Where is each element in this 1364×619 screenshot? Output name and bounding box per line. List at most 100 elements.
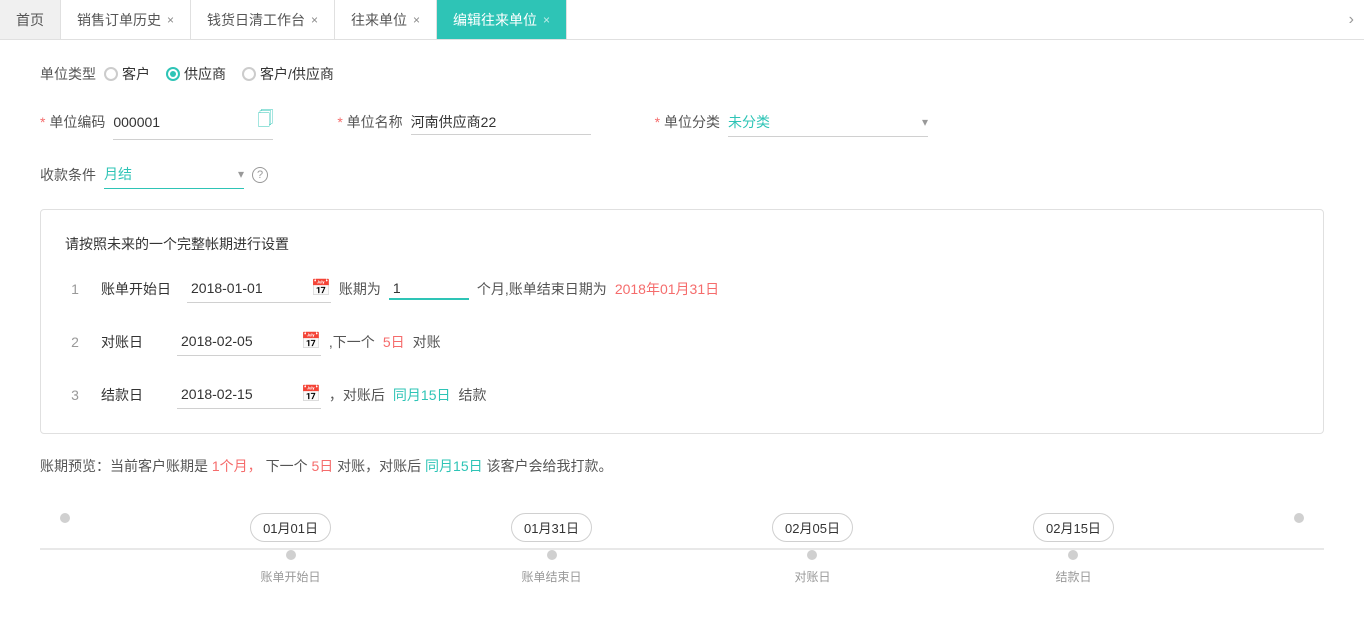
unit-category-label: 单位分类 [655,112,720,132]
unit-code-icon[interactable]: 🗍 [257,108,273,135]
tab-home[interactable]: 首页 [0,0,61,39]
timeline-point-4: 02月15日 结款日 [1033,513,1114,585]
timeline-dot-4 [1068,550,1078,560]
unit-code-input[interactable] [113,114,253,130]
main-content: 单位类型 客户 供应商 客户/供应商 单位编码 [0,40,1364,619]
timeline-point-start [60,513,70,585]
tab-more-button[interactable]: › [1339,0,1364,39]
timeline-badge-4: 02月15日 [1033,513,1114,542]
period-num-1: 1 [65,281,85,297]
period-row-1: 1 账单开始日 📅 账期为 个月,账单结束日期为 2018年01月31日 [65,274,1299,303]
payment-terms-label: 收款条件 [40,165,96,185]
period-num-3: 3 [65,387,85,403]
unit-name-input[interactable] [411,110,591,135]
unit-type-radio-group: 客户 供应商 客户/供应商 [104,64,334,84]
period-row-2: 2 对账日 📅 ,下一个 5日 对账 [65,327,1299,356]
period-highlight-day-3: 同月15日 [393,385,451,405]
period-date-input-3[interactable] [177,384,297,404]
timeline-point-1: 01月01日 账单开始日 [250,513,331,585]
payment-terms-value: 月结 [104,164,234,184]
period-date-input-2[interactable] [177,331,297,351]
preview-middle2: 对账，对账后 [337,458,421,474]
help-icon[interactable]: ? [252,167,268,183]
close-cash-icon[interactable]: × [311,13,318,27]
tab-sales-order-history[interactable]: 销售订单历史 × [61,0,191,39]
unit-code-field: 单位编码 🗍 [40,104,273,140]
payment-terms-field: 收款条件 月结 ▾ ? [40,160,268,189]
timeline-point-2: 01月31日 账单结束日 [511,513,592,585]
unit-type-field: 单位类型 客户 供应商 客户/供应商 [40,64,334,84]
tab-edit-label: 编辑往来单位 [453,10,537,30]
radio-supplier[interactable]: 供应商 [166,64,226,84]
tab-partner-unit[interactable]: 往来单位 × [335,0,437,39]
period-months-input[interactable] [389,278,469,300]
period-input-group-1: 📅 账期为 个月,账单结束日期为 2018年01月31日 [187,274,719,303]
period-suffix-2b: 对账 [413,332,441,352]
unit-code-label: 单位编码 [40,112,105,132]
period-suffix-after-1: 个月,账单结束日期为 [477,279,607,299]
period-field-label-3: 结款日 [101,385,161,405]
close-partner-icon[interactable]: × [413,13,420,27]
unit-name-field: 单位名称 [337,110,590,135]
tab-home-label: 首页 [16,10,44,30]
period-cal-icon-2[interactable]: 📅 [301,331,321,351]
tab-sales-label: 销售订单历史 [77,10,161,30]
preview-highlight2: 5日 [311,458,333,474]
period-suffix-3a: ，对账后 [329,385,385,405]
timeline-badge-2: 01月31日 [511,513,592,542]
timeline-point-3: 02月05日 对账日 [772,513,853,585]
preview-text: 账期预览：当前客户账期是 1个月， 下一个 5日 对账，对账后 同月15日 该客… [40,454,1324,479]
timeline-dot-1 [286,550,296,560]
preview-highlight1: 1个月， [212,458,262,474]
timeline-label-3: 对账日 [794,568,830,585]
period-input-group-3: 📅 ，对账后 同月15日 结款 [177,380,487,409]
unit-type-label: 单位类型 [40,64,96,84]
timeline-points: 01月01日 账单开始日 01月31日 账单结束日 02月05日 对账日 02月… [60,513,1304,585]
timeline-label-1: 账单开始日 [261,568,321,585]
preview-suffix: 该客户会给我打款。 [487,458,613,474]
period-num-2: 2 [65,334,85,350]
timeline-point-end [1294,513,1304,585]
payment-terms-row: 收款条件 月结 ▾ ? [40,160,1324,189]
preview-highlight3: 同月15日 [425,458,483,474]
period-cal-icon-3[interactable]: 📅 [301,384,321,404]
close-sales-icon[interactable]: × [167,13,174,27]
period-row-3: 3 结款日 📅 ，对账后 同月15日 结款 [65,380,1299,409]
radio-both-label: 客户/供应商 [260,64,334,84]
radio-customer-circle [104,67,118,81]
radio-customer[interactable]: 客户 [104,64,150,84]
timeline-dot-2 [547,550,557,560]
unit-name-label: 单位名称 [337,112,402,132]
tab-cash-work[interactable]: 钱货日清工作台 × [191,0,335,39]
radio-both[interactable]: 客户/供应商 [242,64,334,84]
unit-code-input-wrapper: 🗍 [113,104,273,140]
close-edit-icon[interactable]: × [543,13,550,27]
period-field-label-2: 对账日 [101,332,161,352]
timeline-badge-1: 01月01日 [250,513,331,542]
period-highlight-day-2: 5日 [383,332,405,352]
period-date-wrapper-3: 📅 [177,380,321,409]
period-suffix-before-1: 账期为 [339,279,381,299]
tab-partner-label: 往来单位 [351,10,407,30]
period-date-wrapper-1: 📅 [187,274,331,303]
period-date-wrapper-2: 📅 [177,327,321,356]
preview-prefix: 账期预览：当前客户账期是 [40,458,208,474]
period-date-input-1[interactable] [187,278,307,298]
radio-customer-label: 客户 [122,64,150,84]
timeline: 01月01日 账单开始日 01月31日 账单结束日 02月05日 对账日 02月… [40,503,1324,595]
preview-middle1: 下一个 [266,458,308,474]
timeline-badge-3: 02月05日 [772,513,853,542]
period-cal-icon-1[interactable]: 📅 [311,278,331,298]
period-settings-box: 请按照未来的一个完整帐期进行设置 1 账单开始日 📅 账期为 个月,账单结束日期… [40,209,1324,434]
tab-cash-label: 钱货日清工作台 [207,10,305,30]
tab-edit-partner[interactable]: 编辑往来单位 × [437,0,567,39]
radio-supplier-label: 供应商 [184,64,226,84]
period-input-group-2: 📅 ,下一个 5日 对账 [177,327,441,356]
period-box-title: 请按照未来的一个完整帐期进行设置 [65,234,1299,254]
radio-supplier-circle [166,67,180,81]
timeline-label-2: 账单结束日 [522,568,582,585]
unit-category-select[interactable]: 未分类 ▾ [728,108,928,137]
period-field-label-1: 账单开始日 [101,279,171,299]
unit-info-row: 单位编码 🗍 单位名称 单位分类 未分类 ▾ [40,104,1324,140]
payment-terms-select[interactable]: 月结 ▾ [104,160,244,189]
